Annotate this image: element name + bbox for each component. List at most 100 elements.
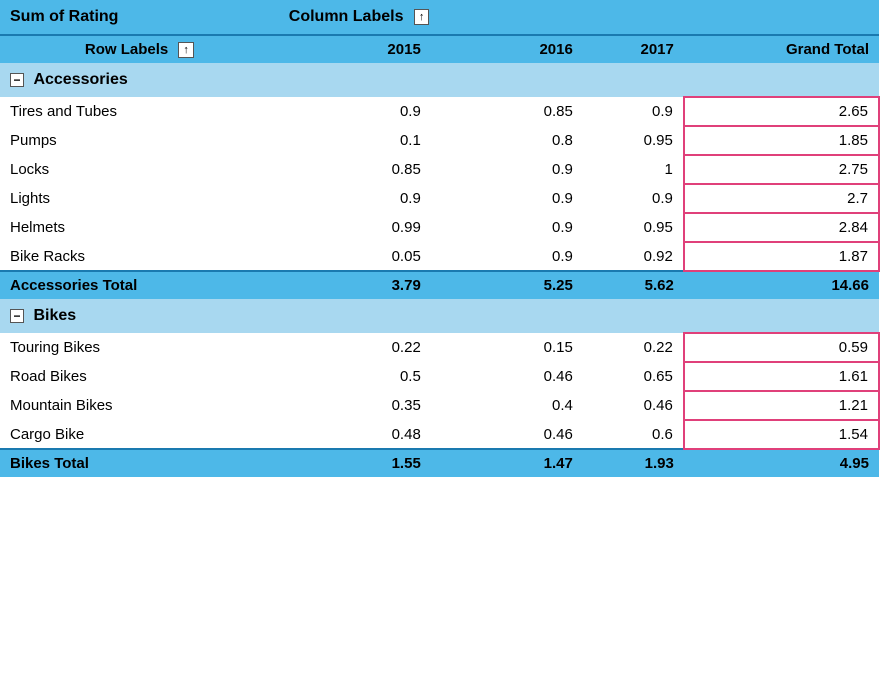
item-2015: 0.1 (279, 126, 431, 155)
item-2015: 0.9 (279, 184, 431, 213)
category-row: − Bikes (0, 299, 879, 333)
item-2016: 0.9 (431, 213, 583, 242)
item-2017: 0.92 (583, 242, 684, 271)
item-2016: 0.9 (431, 184, 583, 213)
item-2016: 0.9 (431, 242, 583, 271)
table-row: Touring Bikes 0.22 0.15 0.22 0.59 (0, 333, 879, 362)
item-2015: 0.35 (279, 391, 431, 420)
subtotal-label: Bikes Total (0, 449, 279, 477)
item-grand-total: 1.87 (684, 242, 879, 271)
category-2017 (583, 299, 684, 333)
subtotal-2016: 1.47 (431, 449, 583, 477)
row-labels-sort-btn[interactable]: ↑ (178, 42, 194, 58)
collapse-btn[interactable]: − (10, 73, 24, 87)
item-2017: 0.95 (583, 213, 684, 242)
item-grand-total: 0.59 (684, 333, 879, 362)
row-labels-header: Row Labels ↑ (0, 35, 279, 63)
grand-total-header: Grand Total (684, 35, 879, 63)
subtotal-row: Accessories Total 3.79 5.25 5.62 14.66 (0, 271, 879, 299)
item-2015: 0.5 (279, 362, 431, 391)
subtotal-2015: 3.79 (279, 271, 431, 299)
sum-of-rating-label: Sum of Rating (10, 8, 118, 25)
subtotal-grand: 14.66 (684, 271, 879, 299)
item-2016: 0.46 (431, 362, 583, 391)
table-row: Helmets 0.99 0.9 0.95 2.84 (0, 213, 879, 242)
category-2016 (431, 63, 583, 97)
year-2015-header: 2015 (279, 35, 431, 63)
item-grand-total: 1.61 (684, 362, 879, 391)
item-2016: 0.4 (431, 391, 583, 420)
item-grand-total: 2.7 (684, 184, 879, 213)
item-2017: 1 (583, 155, 684, 184)
subtotal-grand: 4.95 (684, 449, 879, 477)
item-2015: 0.9 (279, 97, 431, 126)
table-row: Road Bikes 0.5 0.46 0.65 1.61 (0, 362, 879, 391)
item-label: Cargo Bike (0, 420, 279, 449)
item-2016: 0.46 (431, 420, 583, 449)
category-grand (684, 63, 879, 97)
column-labels-header: Column Labels ↑ (279, 0, 583, 35)
subtotal-label: Accessories Total (0, 271, 279, 299)
category-row: − Accessories (0, 63, 879, 97)
item-2017: 0.9 (583, 184, 684, 213)
column-labels-sort-btn[interactable]: ↑ (414, 9, 430, 25)
category-grand (684, 299, 879, 333)
category-2016 (431, 299, 583, 333)
header-row-2: Row Labels ↑ 2015 2016 2017 Grand Total (0, 35, 879, 63)
subtotal-row: Bikes Total 1.55 1.47 1.93 4.95 (0, 449, 879, 477)
category-2015 (279, 299, 431, 333)
item-grand-total: 1.85 (684, 126, 879, 155)
item-2016: 0.9 (431, 155, 583, 184)
item-grand-total: 2.84 (684, 213, 879, 242)
item-label: Touring Bikes (0, 333, 279, 362)
item-label: Bike Racks (0, 242, 279, 271)
subtotal-2015: 1.55 (279, 449, 431, 477)
item-2015: 0.99 (279, 213, 431, 242)
item-2015: 0.85 (279, 155, 431, 184)
item-2017: 0.9 (583, 97, 684, 126)
table-row: Cargo Bike 0.48 0.46 0.6 1.54 (0, 420, 879, 449)
item-label: Tires and Tubes (0, 97, 279, 126)
item-2016: 0.85 (431, 97, 583, 126)
table-row: Bike Racks 0.05 0.9 0.92 1.87 (0, 242, 879, 271)
item-label: Lights (0, 184, 279, 213)
item-2017: 0.22 (583, 333, 684, 362)
item-2017: 0.6 (583, 420, 684, 449)
item-label: Helmets (0, 213, 279, 242)
item-grand-total: 1.21 (684, 391, 879, 420)
item-2017: 0.95 (583, 126, 684, 155)
item-grand-total: 1.54 (684, 420, 879, 449)
year-2017-header: 2017 (583, 35, 684, 63)
item-label: Pumps (0, 126, 279, 155)
item-2017: 0.46 (583, 391, 684, 420)
column-labels-label: Column Labels (289, 8, 404, 25)
category-label: − Bikes (0, 299, 279, 333)
item-2015: 0.05 (279, 242, 431, 271)
item-label: Locks (0, 155, 279, 184)
table-row: Mountain Bikes 0.35 0.4 0.46 1.21 (0, 391, 879, 420)
sum-of-rating-header: Sum of Rating (0, 0, 279, 35)
table-row: Locks 0.85 0.9 1 2.75 (0, 155, 879, 184)
item-2016: 0.8 (431, 126, 583, 155)
item-2015: 0.22 (279, 333, 431, 362)
collapse-btn[interactable]: − (10, 309, 24, 323)
table-row: Tires and Tubes 0.9 0.85 0.9 2.65 (0, 97, 879, 126)
category-label: − Accessories (0, 63, 279, 97)
item-2017: 0.65 (583, 362, 684, 391)
header-row-1: Sum of Rating Column Labels ↑ (0, 0, 879, 35)
item-2015: 0.48 (279, 420, 431, 449)
subtotal-2017: 5.62 (583, 271, 684, 299)
table-row: Lights 0.9 0.9 0.9 2.7 (0, 184, 879, 213)
pivot-table: Sum of Rating Column Labels ↑ Row Labels… (0, 0, 880, 477)
subtotal-2017: 1.93 (583, 449, 684, 477)
row-labels-label: Row Labels (85, 41, 168, 58)
category-2015 (279, 63, 431, 97)
item-label: Road Bikes (0, 362, 279, 391)
category-2017 (583, 63, 684, 97)
item-grand-total: 2.65 (684, 97, 879, 126)
item-2016: 0.15 (431, 333, 583, 362)
subtotal-2016: 5.25 (431, 271, 583, 299)
table-row: Pumps 0.1 0.8 0.95 1.85 (0, 126, 879, 155)
item-label: Mountain Bikes (0, 391, 279, 420)
item-grand-total: 2.75 (684, 155, 879, 184)
